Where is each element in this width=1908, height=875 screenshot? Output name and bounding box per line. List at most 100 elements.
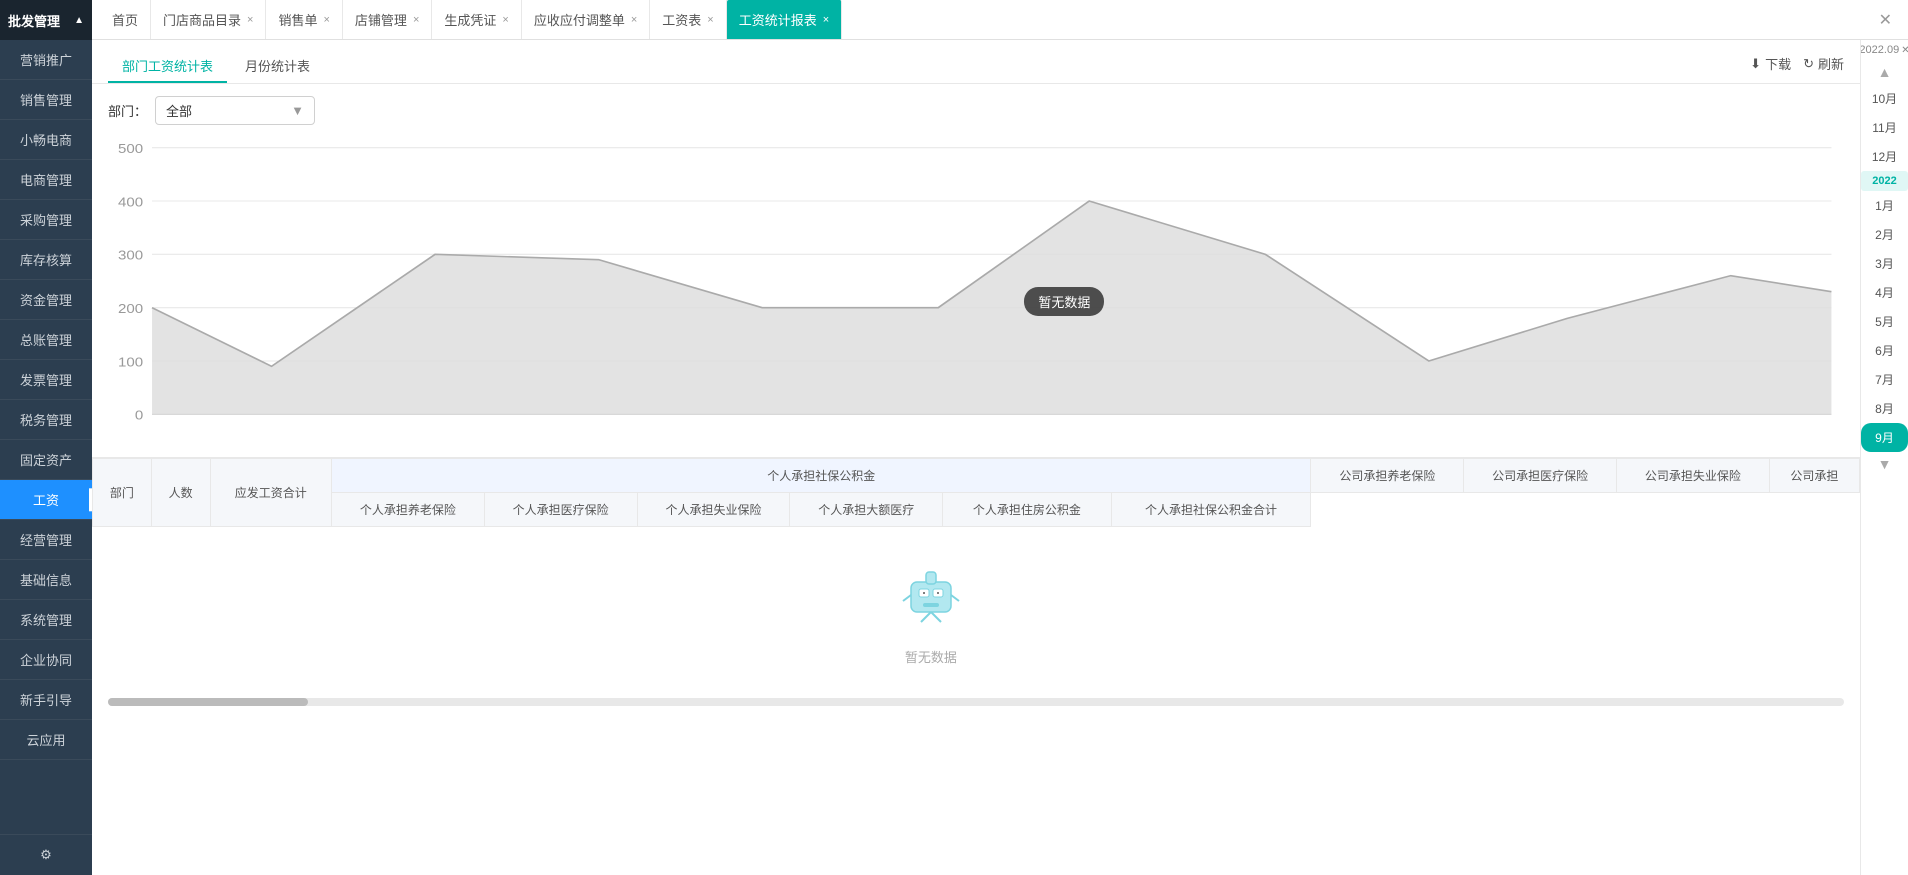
sidebar-item-小畅电商[interactable]: 小畅电商 [0,120,92,160]
scroll-thumb [108,698,308,706]
col-company-old: 公司承担养老保险 [1311,459,1464,493]
date-panel: 2022.09 ✕ ▲ 10月 11月 12月 2022 1月 2月 3月 4月… [1860,40,1908,875]
tab-工资统计报表[interactable]: 工资统计报表× [727,0,842,39]
sidebar-item-发票管理[interactable]: 发票管理 [0,360,92,400]
tab-店铺管理[interactable]: 店铺管理× [343,0,432,39]
tab-工资表[interactable]: 工资表× [650,0,726,39]
sidebar-item-库存核算[interactable]: 库存核算 [0,240,92,280]
col-personal-insurance: 个人承担社保公积金 [331,459,1310,493]
tab-close-店铺管理[interactable]: × [413,14,419,26]
tab-close-生成凭证[interactable]: × [502,14,508,26]
tab-close-销售单[interactable]: × [323,14,329,26]
date-panel-close-icon: ✕ [1901,45,1908,56]
date-month-10[interactable]: 10月 [1861,84,1908,113]
svg-text:100: 100 [118,354,143,369]
sidebar-item-基础信息[interactable]: 基础信息 [0,560,92,600]
date-month-6[interactable]: 6月 [1861,336,1908,365]
tab-首页[interactable]: 首页 [100,0,151,39]
date-month-8[interactable]: 8月 [1861,394,1908,423]
tab-bar-close[interactable]: ✕ [1871,10,1900,30]
date-month-7[interactable]: 7月 [1861,365,1908,394]
date-month-11[interactable]: 11月 [1861,113,1908,142]
sidebar-item-采购管理[interactable]: 采购管理 [0,200,92,240]
sidebar-item-资金管理[interactable]: 资金管理 [0,280,92,320]
filter-label: 部门： [108,101,147,120]
empty-state: 暂无数据 [93,527,1770,696]
empty-text: 暂无数据 [905,647,957,666]
col-p-pension: 个人承担养老保险 [331,493,484,527]
sub-tab-actions: ⬇ 下载 ↻ 刷新 [1750,54,1844,79]
sub-tab-部门工资统计表[interactable]: 部门工资统计表 [108,50,227,83]
svg-text:300: 300 [118,248,143,263]
svg-text:0: 0 [135,408,144,423]
date-month-2[interactable]: 2月 [1861,220,1908,249]
close-all-icon: ✕ [1879,10,1892,30]
sidebar-item-电商管理[interactable]: 电商管理 [0,160,92,200]
sub-tabs: 部门工资统计表月份统计表 ⬇ 下载 ↻ 刷新 [92,40,1860,84]
chart-svg: 500 400 300 200 100 0 [108,137,1844,457]
tab-close-门店商品目录[interactable]: × [247,14,253,26]
col-salary-total: 应发工资合计 [210,459,331,527]
sidebar-item-经营管理[interactable]: 经营管理 [0,520,92,560]
sidebar-item-工资[interactable]: 工资 [0,480,92,520]
scroll-indicator[interactable] [108,698,1844,706]
chart-no-data-tooltip: 暂无数据 [1024,287,1104,316]
col-p-housing: 个人承担住房公积金 [943,493,1111,527]
download-icon: ⬇ [1750,56,1761,72]
department-select[interactable]: 全部 ▼ [155,96,315,125]
date-month-1[interactable]: 1月 [1861,191,1908,220]
date-month-12[interactable]: 12月 [1861,142,1908,171]
tab-应收应付调整单[interactable]: 应收应付调整单× [522,0,650,39]
download-button[interactable]: ⬇ 下载 [1750,54,1791,73]
settings-button[interactable]: ⚙ [0,834,92,875]
sidebar-item-新手引导[interactable]: 新手引导 [0,680,92,720]
tab-close-应收应付调整单[interactable]: × [631,14,637,26]
col-p-total: 个人承担社保公积金合计 [1111,493,1311,527]
settings-icon: ⚙ [40,847,52,862]
date-month-4[interactable]: 4月 [1861,278,1908,307]
table-area[interactable]: 部门 人数 应发工资合计 个人承担社保公积金 公司承担养老保险 公司承担医疗保险… [92,457,1860,875]
sidebar-title: 批发管理 [8,11,60,30]
svg-text:500: 500 [118,141,143,156]
tab-bar: 首页门店商品目录×销售单×店铺管理×生成凭证×应收应付调整单×工资表×工资统计报… [92,0,1908,40]
tab-生成凭证[interactable]: 生成凭证× [432,0,521,39]
sidebar-item-总账管理[interactable]: 总账管理 [0,320,92,360]
tab-销售单[interactable]: 销售单× [266,0,342,39]
sidebar-header[interactable]: 批发管理 ▲ [0,0,92,40]
date-panel-header[interactable]: 2022.09 ✕ [1860,40,1908,60]
sidebar-item-企业协同[interactable]: 企业协同 [0,640,92,680]
col-company-med: 公司承担医疗保险 [1464,459,1617,493]
sub-tab-月份统计表[interactable]: 月份统计表 [231,50,324,83]
empty-icon [891,557,971,637]
sidebar-item-税务管理[interactable]: 税务管理 [0,400,92,440]
date-panel-up[interactable]: ▲ [1874,60,1896,84]
date-year-2022[interactable]: 2022 [1861,171,1908,191]
refresh-icon: ↻ [1803,56,1814,72]
chart-area: 500 400 300 200 100 0 [92,137,1860,457]
sidebar-arrow-icon: ▲ [74,15,84,26]
date-month-5[interactable]: 5月 [1861,307,1908,336]
sidebar-item-销售管理[interactable]: 销售管理 [0,80,92,120]
sidebar-item-固定资产[interactable]: 固定资产 [0,440,92,480]
tab-close-工资统计报表[interactable]: × [823,14,829,26]
sidebar-item-系统管理[interactable]: 系统管理 [0,600,92,640]
col-p-medical: 个人承担医疗保险 [484,493,637,527]
content-area: 部门工资统计表月份统计表 ⬇ 下载 ↻ 刷新 部门： 全部 ▼ [92,40,1908,875]
sidebar-item-营销推广[interactable]: 营销推广 [0,40,92,80]
date-panel-title: 2022.09 [1860,44,1899,56]
sidebar: 批发管理 ▲ 营销推广销售管理小畅电商电商管理采购管理库存核算资金管理总账管理发… [0,0,92,875]
tab-门店商品目录[interactable]: 门店商品目录× [151,0,266,39]
date-panel-down[interactable]: ▼ [1874,452,1896,476]
col-company-unemp: 公司承担失业保险 [1617,459,1770,493]
page-content: 部门工资统计表月份统计表 ⬇ 下载 ↻ 刷新 部门： 全部 ▼ [92,40,1860,875]
date-month-9[interactable]: 9月 [1861,423,1908,452]
select-arrow-icon: ▼ [291,103,304,118]
col-p-major-medical: 个人承担大额医疗 [790,493,943,527]
date-month-3[interactable]: 3月 [1861,249,1908,278]
refresh-button[interactable]: ↻ 刷新 [1803,54,1844,73]
sidebar-item-云应用[interactable]: 云应用 [0,720,92,760]
svg-text:200: 200 [118,301,143,316]
tab-close-工资表[interactable]: × [707,14,713,26]
col-department: 部门 [93,459,152,527]
filter-row: 部门： 全部 ▼ [92,84,1860,137]
